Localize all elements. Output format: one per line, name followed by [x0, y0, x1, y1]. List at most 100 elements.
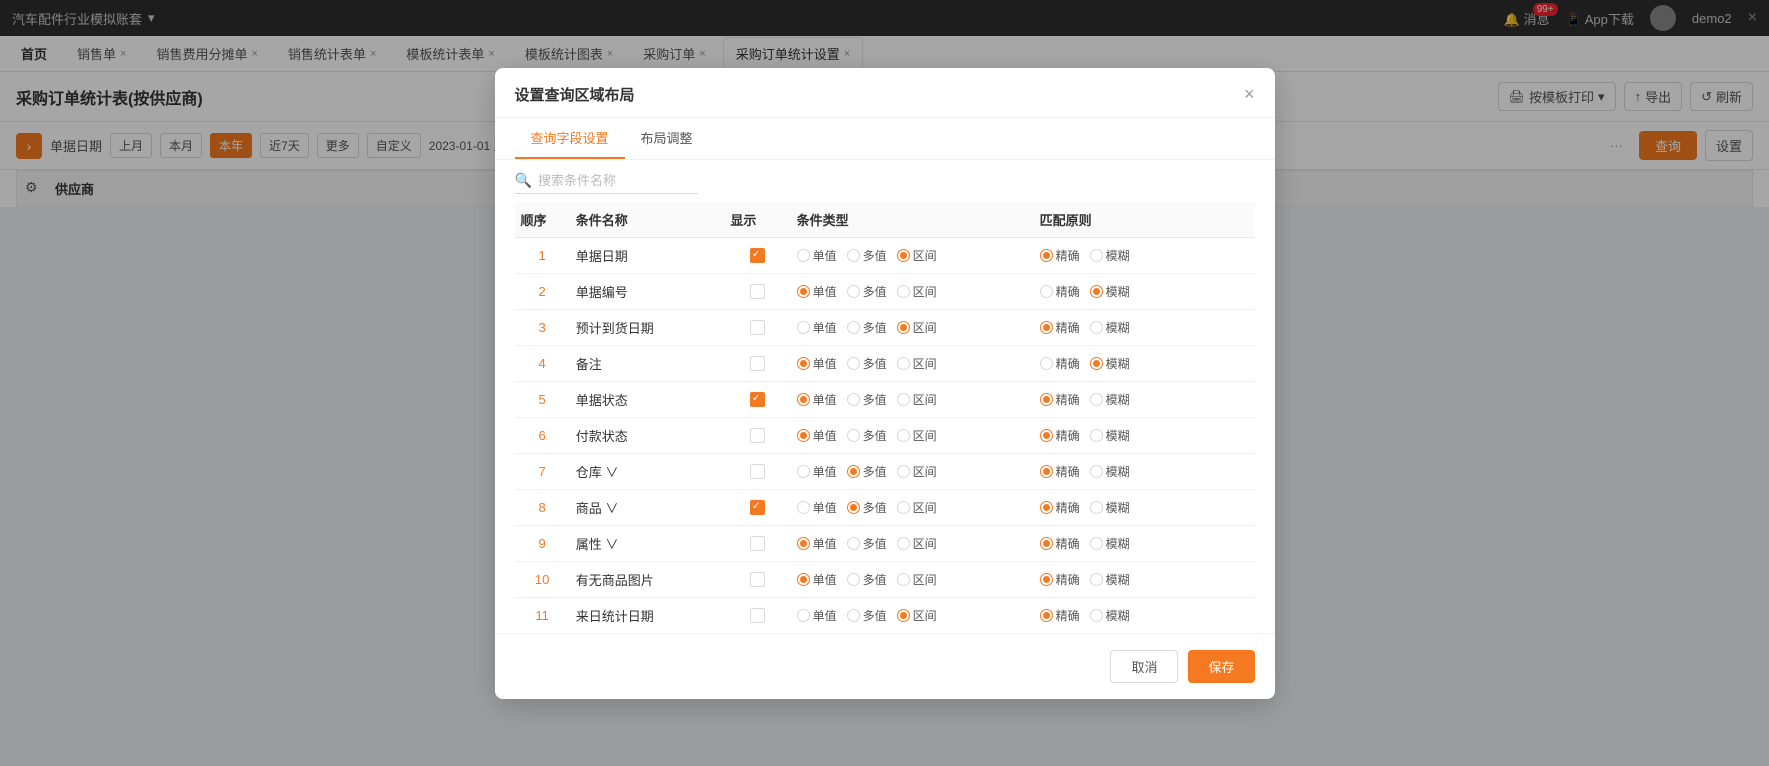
radio-dot[interactable] [797, 429, 810, 442]
row-display[interactable] [724, 597, 790, 633]
radio-dot[interactable] [1040, 321, 1053, 334]
save-button[interactable]: 保存 [1188, 650, 1254, 683]
match-radio-精确[interactable]: 精确 [1040, 319, 1080, 336]
radio-dot[interactable] [897, 285, 910, 298]
match-radio-模糊[interactable]: 模糊 [1090, 391, 1130, 408]
radio-dot[interactable] [797, 357, 810, 370]
radio-dot[interactable] [897, 429, 910, 442]
radio-dot[interactable] [1040, 573, 1053, 586]
radio-dot[interactable] [1090, 609, 1103, 622]
type-radio-区间[interactable]: 区间 [897, 319, 937, 336]
type-radio-多值[interactable]: 多值 [847, 463, 887, 480]
radio-dot[interactable] [897, 321, 910, 334]
display-checkbox[interactable] [750, 608, 765, 623]
row-display[interactable] [724, 489, 790, 525]
type-radio-区间[interactable]: 区间 [897, 355, 937, 372]
radio-dot[interactable] [797, 537, 810, 550]
type-radio-多值[interactable]: 多值 [847, 391, 887, 408]
match-radio-模糊[interactable]: 模糊 [1090, 571, 1130, 588]
radio-dot[interactable] [1090, 321, 1103, 334]
type-radio-单值[interactable]: 单值 [797, 427, 837, 444]
radio-dot[interactable] [897, 537, 910, 550]
match-radio-模糊[interactable]: 模糊 [1090, 607, 1130, 624]
type-radio-多值[interactable]: 多值 [847, 427, 887, 444]
match-radio-精确[interactable]: 精确 [1040, 571, 1080, 588]
radio-dot[interactable] [1040, 393, 1053, 406]
type-radio-单值[interactable]: 单值 [797, 607, 837, 624]
match-radio-模糊[interactable]: 模糊 [1090, 535, 1130, 552]
radio-dot[interactable] [797, 321, 810, 334]
type-radio-区间[interactable]: 区间 [897, 499, 937, 516]
radio-dot[interactable] [847, 393, 860, 406]
type-radio-区间[interactable]: 区间 [897, 427, 937, 444]
type-radio-区间[interactable]: 区间 [897, 463, 937, 480]
type-radio-多值[interactable]: 多值 [847, 499, 887, 516]
type-radio-多值[interactable]: 多值 [847, 535, 887, 552]
match-radio-模糊[interactable]: 模糊 [1090, 463, 1130, 480]
type-radio-区间[interactable]: 区间 [897, 283, 937, 300]
match-radio-模糊[interactable]: 模糊 [1090, 247, 1130, 264]
tab-layout-adjust[interactable]: 布局调整 [625, 118, 709, 159]
radio-dot[interactable] [1090, 465, 1103, 478]
row-display[interactable] [724, 273, 790, 309]
row-display[interactable] [724, 309, 790, 345]
type-radio-单值[interactable]: 单值 [797, 247, 837, 264]
cancel-button[interactable]: 取消 [1110, 650, 1178, 683]
radio-dot[interactable] [1040, 465, 1053, 478]
type-radio-多值[interactable]: 多值 [847, 607, 887, 624]
type-radio-多值[interactable]: 多值 [847, 319, 887, 336]
radio-dot[interactable] [1040, 357, 1053, 370]
display-checkbox[interactable] [750, 284, 765, 299]
match-radio-模糊[interactable]: 模糊 [1090, 499, 1130, 516]
display-checkbox[interactable] [750, 428, 765, 443]
type-radio-单值[interactable]: 单值 [797, 571, 837, 588]
radio-dot[interactable] [1090, 285, 1103, 298]
display-checkbox[interactable] [750, 356, 765, 371]
type-radio-多值[interactable]: 多值 [847, 283, 887, 300]
type-radio-区间[interactable]: 区间 [897, 535, 937, 552]
display-checkbox[interactable] [750, 464, 765, 479]
match-radio-精确[interactable]: 精确 [1040, 499, 1080, 516]
row-display[interactable] [724, 453, 790, 489]
radio-dot[interactable] [847, 285, 860, 298]
radio-dot[interactable] [797, 285, 810, 298]
match-radio-精确[interactable]: 精确 [1040, 355, 1080, 372]
match-radio-精确[interactable]: 精确 [1040, 535, 1080, 552]
display-checkbox[interactable] [750, 572, 765, 587]
radio-dot[interactable] [1090, 501, 1103, 514]
radio-dot[interactable] [797, 249, 810, 262]
radio-dot[interactable] [897, 465, 910, 478]
radio-dot[interactable] [897, 249, 910, 262]
radio-dot[interactable] [1040, 285, 1053, 298]
match-radio-模糊[interactable]: 模糊 [1090, 355, 1130, 372]
search-input[interactable] [538, 173, 698, 188]
type-radio-单值[interactable]: 单值 [797, 319, 837, 336]
radio-dot[interactable] [847, 609, 860, 622]
row-display[interactable] [724, 417, 790, 453]
type-radio-区间[interactable]: 区间 [897, 247, 937, 264]
match-radio-精确[interactable]: 精确 [1040, 463, 1080, 480]
dialog-close-button[interactable]: × [1244, 85, 1255, 103]
type-radio-区间[interactable]: 区间 [897, 391, 937, 408]
match-radio-精确[interactable]: 精确 [1040, 247, 1080, 264]
radio-dot[interactable] [847, 357, 860, 370]
radio-dot[interactable] [1040, 609, 1053, 622]
type-radio-区间[interactable]: 区间 [897, 607, 937, 624]
display-checkbox[interactable] [750, 500, 765, 515]
type-radio-多值[interactable]: 多值 [847, 355, 887, 372]
radio-dot[interactable] [1090, 357, 1103, 370]
match-radio-模糊[interactable]: 模糊 [1090, 319, 1130, 336]
radio-dot[interactable] [847, 573, 860, 586]
radio-dot[interactable] [897, 501, 910, 514]
match-radio-精确[interactable]: 精确 [1040, 607, 1080, 624]
type-radio-单值[interactable]: 单值 [797, 535, 837, 552]
radio-dot[interactable] [1090, 537, 1103, 550]
radio-dot[interactable] [897, 573, 910, 586]
radio-dot[interactable] [847, 501, 860, 514]
display-checkbox[interactable] [750, 320, 765, 335]
display-checkbox[interactable] [750, 248, 765, 263]
row-display[interactable] [724, 525, 790, 561]
match-radio-模糊[interactable]: 模糊 [1090, 283, 1130, 300]
type-radio-单值[interactable]: 单值 [797, 391, 837, 408]
radio-dot[interactable] [1090, 573, 1103, 586]
